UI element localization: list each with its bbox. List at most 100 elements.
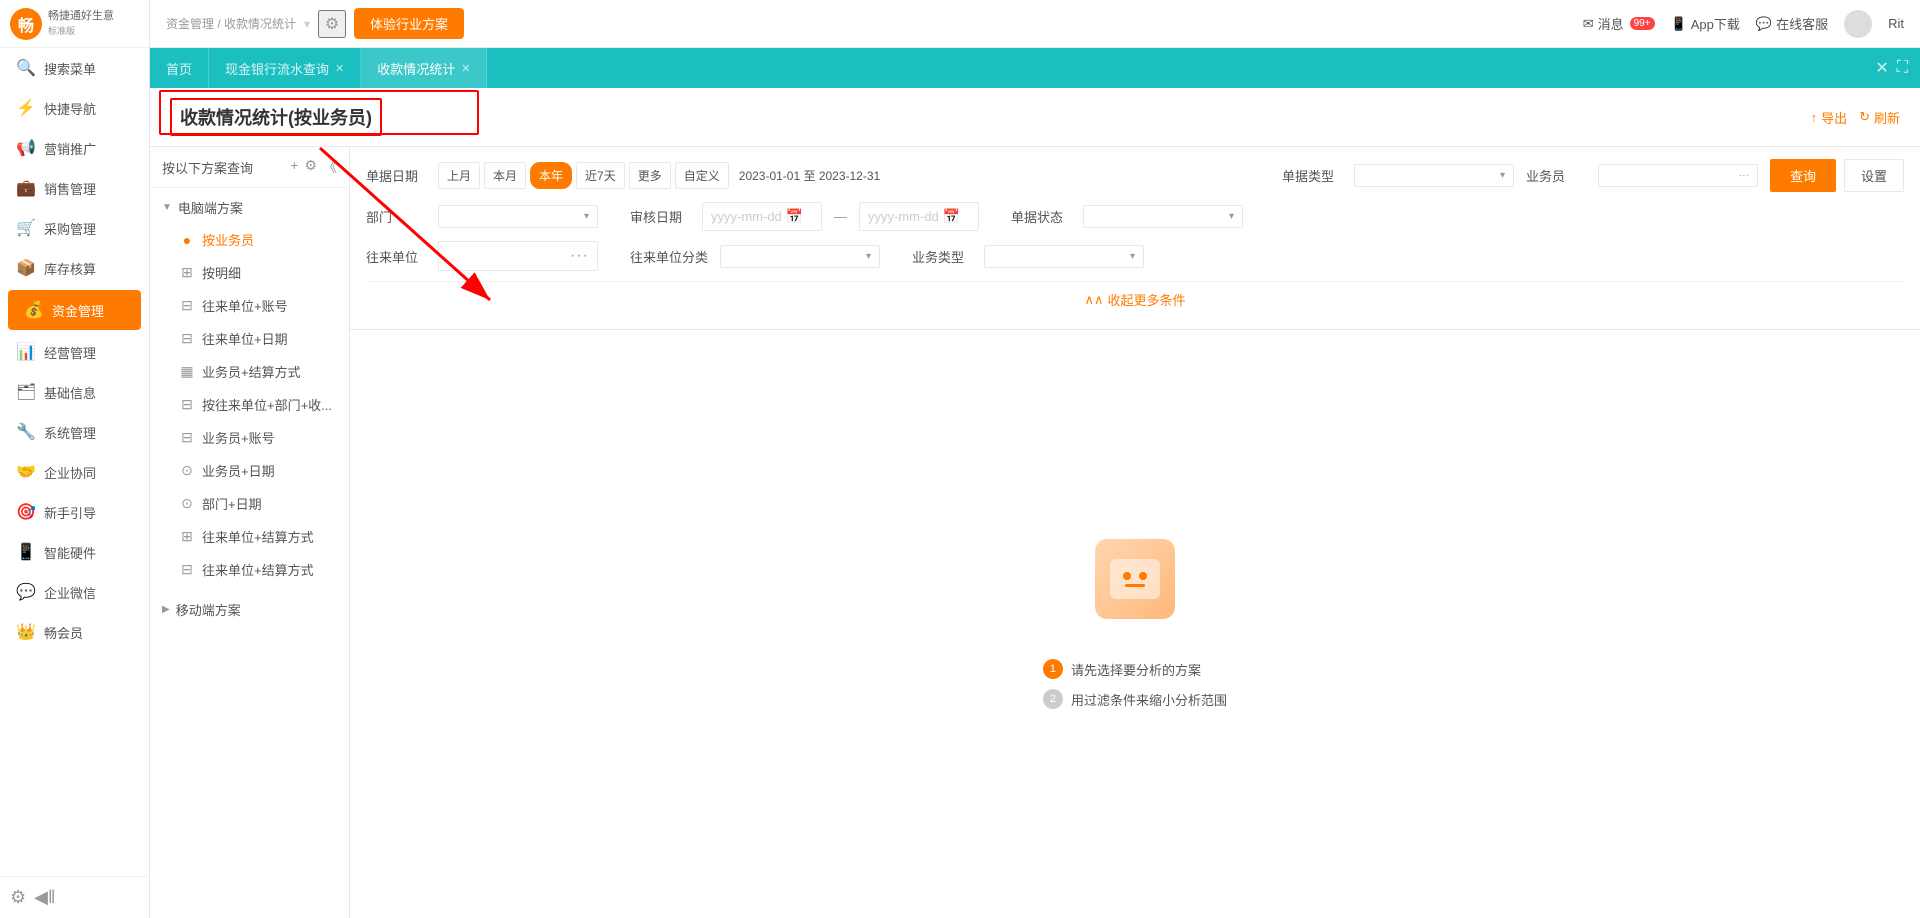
header-gear-btn[interactable]: ⚙ [318, 10, 346, 38]
scheme-item-party-dept-collect[interactable]: ⊟ 按往来单位+部门+收... [150, 388, 349, 421]
biz-type-select[interactable]: ▾ [984, 245, 1144, 268]
messages-group[interactable]: ✉ 消息 99+ [1583, 14, 1655, 33]
tab-collection-stats-close[interactable]: ✕ [461, 62, 470, 75]
sidebar-item-purchase[interactable]: 🛒 采购管理 [0, 208, 149, 248]
filter-row-2: 部门 ▾ 审核日期 yyyy-mm-dd 📅 — yyyy-mm-dd [366, 202, 1904, 231]
scheme-item-party-settle1[interactable]: ⊞ 往来单位+结算方式 [150, 520, 349, 553]
calendar-from-icon[interactable]: 📅 [786, 208, 803, 225]
group-expand-icon: ▼ [162, 202, 172, 213]
date-btn-this-month[interactable]: 本月 [484, 162, 526, 189]
tab-bank-flow-label: 现金银行流水查询 [225, 59, 329, 78]
trial-button[interactable]: 体验行业方案 [354, 8, 464, 39]
scheme-collapse-btn[interactable]: 《 [323, 157, 337, 177]
filter-settings-button[interactable]: 设置 [1844, 159, 1904, 192]
group-label: 移动端方案 [176, 600, 241, 619]
tab-collection-stats[interactable]: 收款情况统计 ✕ [361, 48, 487, 88]
sidebar-item-label: 畅会员 [44, 623, 83, 642]
step-1-text: 请先选择要分析的方案 [1071, 660, 1201, 679]
online-service-group[interactable]: 💬 在线客服 [1756, 14, 1828, 33]
sidebar-item-label: 经营管理 [44, 343, 96, 362]
counter-party-select[interactable]: ··· [438, 241, 598, 271]
tab-bank-flow[interactable]: 现金银行流水查询 ✕ [209, 48, 361, 88]
date-dash: — [834, 209, 847, 224]
scheme-item-salesman-account[interactable]: ⊟ 业务员+账号 [150, 421, 349, 454]
logo-icon: 畅 [10, 8, 42, 40]
doc-status-select[interactable]: ▾ [1083, 205, 1243, 228]
doc-status-arrow-icon: ▾ [1229, 211, 1234, 222]
refresh-button[interactable]: ↻ 刷新 [1859, 108, 1900, 127]
dept-select[interactable]: ▾ [438, 205, 598, 228]
sidebar-item-smart-hw[interactable]: 📱 智能硬件 [0, 532, 149, 572]
sidebar-collapse-btn[interactable]: ◀‖ [34, 887, 55, 908]
sidebar-item-new-guide[interactable]: 🎯 新手引导 [0, 492, 149, 532]
tab-close-all-btn[interactable]: ✕ [1875, 58, 1888, 78]
scheme-item-label: 往来单位+结算方式 [202, 527, 314, 546]
scheme-add-btn[interactable]: + [290, 157, 298, 177]
robot-eye-right [1139, 572, 1147, 580]
sidebar-item-system[interactable]: 🔧 系统管理 [0, 412, 149, 452]
app-download-group[interactable]: 📱 App下载 [1671, 14, 1740, 33]
scheme-settings-btn[interactable]: ⚙ [304, 157, 317, 177]
sidebar-settings-btn[interactable]: ⚙ [10, 887, 26, 908]
date-btn-last-7days[interactable]: 近7天 [576, 162, 625, 189]
sidebar-item-label: 营销推广 [44, 139, 96, 158]
date-options-group: 上月 本月 本年 近7天 更多 自定义 2023-01-01 至 2023-12… [438, 162, 880, 189]
doc-type-select[interactable]: ▾ [1354, 164, 1514, 187]
sidebar-item-quick-nav[interactable]: ⚡ 快捷导航 [0, 88, 149, 128]
sidebar-item-capital[interactable]: 💰 资金管理 [8, 290, 141, 330]
scheme-item-salesman-date[interactable]: ⊙ 业务员+日期 [150, 454, 349, 487]
scheme-item-detail[interactable]: ⊞ 按明细 [150, 256, 349, 289]
scheme-group-pc-header[interactable]: ▼ 电脑端方案 [150, 192, 349, 223]
scheme-item-party-account[interactable]: ⊟ 往来单位+账号 [150, 289, 349, 322]
sidebar-item-corp-wechat[interactable]: 💬 企业微信 [0, 572, 149, 612]
user-avatar[interactable] [1844, 10, 1872, 38]
doc-type-arrow-icon: ▾ [1500, 170, 1505, 181]
query-button[interactable]: 查询 [1770, 159, 1836, 192]
sidebar-item-marketing[interactable]: 📢 营销推广 [0, 128, 149, 168]
new-guide-icon: 🎯 [16, 502, 36, 522]
filter-row-3: 往来单位 ··· 往来单位分类 ▾ 业务类型 [366, 241, 1904, 271]
scheme-group-mobile-header[interactable]: ▶ 移动端方案 [150, 594, 349, 625]
scheme-item-dept-date[interactable]: ⊙ 部门+日期 [150, 487, 349, 520]
step-2-text: 用过滤条件来缩小分析范围 [1071, 690, 1227, 709]
scheme-group-mobile: ▶ 移动端方案 [150, 590, 349, 629]
sidebar-item-label: 销售管理 [44, 179, 96, 198]
scheme-item-party-date[interactable]: ⊟ 往来单位+日期 [150, 322, 349, 355]
sidebar-item-corp-coop[interactable]: 🤝 企业协同 [0, 452, 149, 492]
date-btn-last-month[interactable]: 上月 [438, 162, 480, 189]
sidebar-item-label: 企业协同 [44, 463, 96, 482]
review-date-to-text: yyyy-mm-dd [868, 209, 939, 224]
counter-party-category-select[interactable]: ▾ [720, 245, 880, 268]
scheme-item-label: 按业务员 [202, 230, 254, 249]
sidebar-item-search-menu[interactable]: 🔍 搜索菜单 [0, 48, 149, 88]
date-btn-this-year[interactable]: 本年 [530, 162, 572, 189]
sidebar-item-member[interactable]: 👑 畅会员 [0, 612, 149, 652]
sidebar-item-label: 新手引导 [44, 503, 96, 522]
scheme-item-salesman-settle[interactable]: ▦ 业务员+结算方式 [150, 355, 349, 388]
date-btn-custom[interactable]: 自定义 [675, 162, 729, 189]
sidebar-item-sales[interactable]: 💼 销售管理 [0, 168, 149, 208]
tab-home[interactable]: 首页 [150, 48, 209, 88]
collapse-filters-bar[interactable]: ∧∧ 收起更多条件 [366, 281, 1904, 317]
date-btn-more[interactable]: 更多 [629, 162, 671, 189]
scheme-item-label: 业务员+日期 [202, 461, 275, 480]
scheme-item-icon: ⊞ [178, 264, 196, 281]
sidebar-item-operations[interactable]: 📊 经营管理 [0, 332, 149, 372]
collapse-up-icon: ∧∧ [1084, 292, 1103, 308]
header-right: ✉ 消息 99+ 📱 App下载 💬 在线客服 Rit [1583, 10, 1904, 38]
scheme-item-by-salesman[interactable]: ● 按业务员 [150, 223, 349, 256]
tab-bank-flow-close[interactable]: ✕ [335, 62, 344, 75]
calendar-to-icon[interactable]: 📅 [943, 208, 960, 225]
sidebar-item-inventory[interactable]: 📦 库存核算 [0, 248, 149, 288]
scheme-item-party-settle2[interactable]: ⊟ 往来单位+结算方式 [150, 553, 349, 586]
salesman-select[interactable]: ··· [1598, 164, 1758, 187]
counter-party-dots-icon[interactable]: ··· [570, 247, 589, 265]
export-button[interactable]: ↑ 导出 [1811, 108, 1848, 127]
scheme-item-icon: ⊟ [178, 330, 196, 347]
doc-status-label: 单据状态 [1011, 207, 1071, 226]
review-date-label: 审核日期 [630, 207, 690, 226]
purchase-icon: 🛒 [16, 218, 36, 238]
tab-fullscreen-btn[interactable]: ⛶ [1897, 59, 1908, 77]
marketing-icon: 📢 [16, 138, 36, 158]
sidebar-item-basic-info[interactable]: 🗂 基础信息 [0, 372, 149, 412]
